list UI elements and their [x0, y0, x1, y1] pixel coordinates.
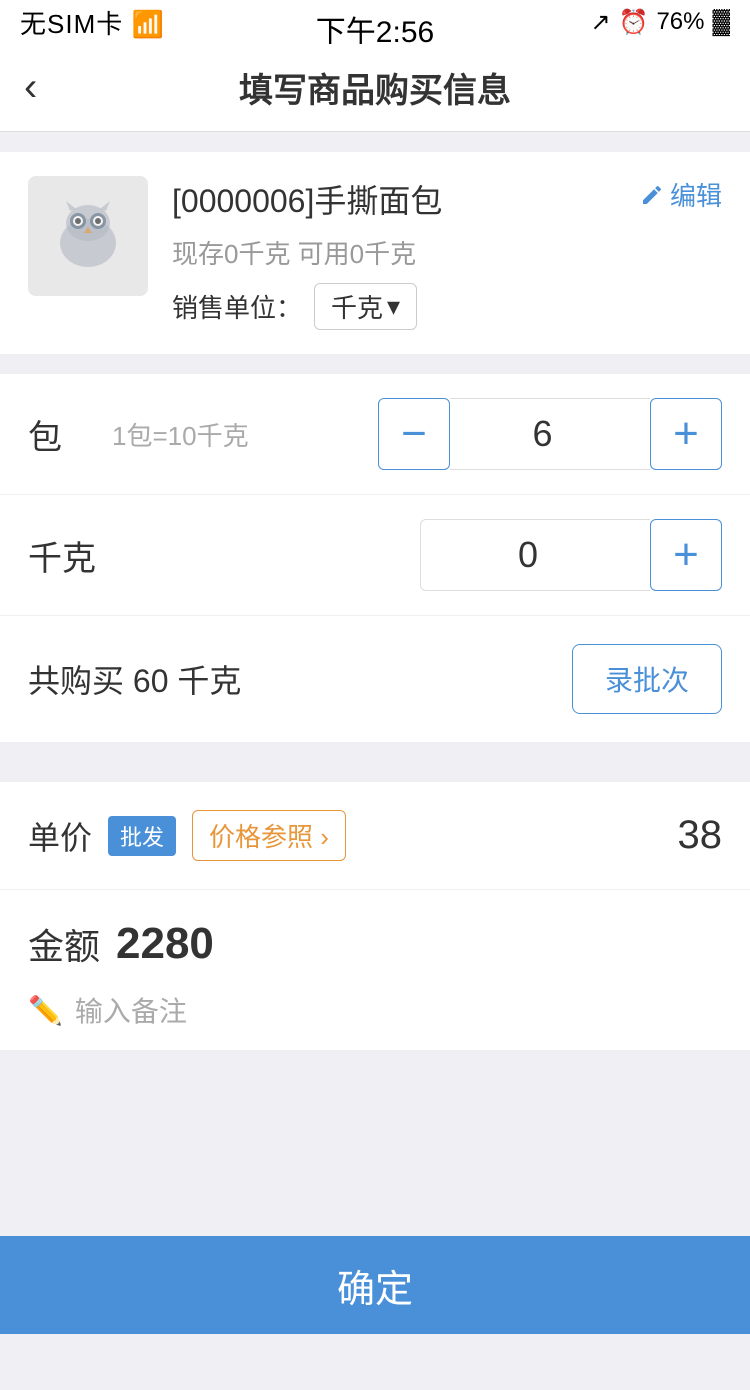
- unit-label: 销售单位：: [172, 288, 302, 325]
- carrier-signal: 无SIM卡 📶: [20, 4, 165, 41]
- edit-button[interactable]: 编辑: [640, 176, 722, 213]
- edit-label: 编辑: [670, 176, 722, 213]
- status-bar: 无SIM卡 📶 下午2:56 ↗ ⏰ 76% ▓: [0, 0, 750, 44]
- bao-plus-button[interactable]: +: [650, 398, 722, 470]
- pencil-icon: ✏️: [28, 994, 63, 1027]
- unit-select[interactable]: 千克 ▾: [314, 283, 417, 330]
- confirm-button[interactable]: 确定: [0, 1236, 750, 1334]
- product-thumbnail: [28, 176, 148, 296]
- location-icon: ↗: [590, 8, 610, 37]
- nav-bar: ‹ 填写商品购买信息: [0, 44, 750, 132]
- divider-1: [0, 354, 750, 374]
- back-button[interactable]: ‹: [24, 65, 37, 110]
- quantity-kg-row: 千克 +: [0, 495, 750, 616]
- price-value: 38: [678, 813, 723, 858]
- page-title: 填写商品购买信息: [239, 63, 511, 112]
- alarm-icon: ⏰: [619, 8, 649, 37]
- kg-plus-button[interactable]: +: [650, 519, 722, 591]
- price-label: 单价: [28, 813, 92, 859]
- bao-label: 包: [28, 410, 88, 459]
- kg-quantity-control: +: [420, 519, 722, 591]
- kg-label: 千克: [28, 531, 96, 580]
- bao-quantity-input[interactable]: [450, 398, 650, 470]
- price-reference-button[interactable]: 价格参照 ›: [192, 810, 346, 861]
- amount-section: 金额 2280 ✏️ 输入备注: [0, 890, 750, 1050]
- status-right: ↗ ⏰ 76% ▓: [590, 8, 730, 37]
- price-section: 单价 批发 价格参照 › 38: [0, 782, 750, 890]
- product-card: [0000006]手撕面包 现存0千克 可用0千克 销售单位： 千克 ▾ 编辑: [0, 152, 750, 354]
- edit-icon: [640, 183, 664, 207]
- divider-2: [0, 742, 750, 762]
- amount-row: 金额 2280: [28, 918, 722, 970]
- amount-value: 2280: [116, 919, 214, 969]
- quantity-section: 包 1包=10千克 − + 千克 + 共购买 60 千克 录批次: [0, 374, 750, 742]
- dropdown-arrow: ▾: [387, 291, 400, 322]
- product-unit-row: 销售单位： 千克 ▾: [172, 283, 722, 330]
- product-stock: 现存0千克 可用0千克: [172, 234, 722, 271]
- note-row[interactable]: ✏️ 输入备注: [28, 990, 722, 1030]
- total-row: 共购买 60 千克 录批次: [0, 616, 750, 742]
- battery-icon: ▓: [713, 8, 731, 36]
- quantity-bao-row: 包 1包=10千克 − +: [0, 374, 750, 495]
- record-batch-button[interactable]: 录批次: [572, 644, 722, 714]
- bao-minus-button[interactable]: −: [378, 398, 450, 470]
- kg-quantity-input[interactable]: [420, 519, 650, 591]
- battery-display: 76%: [656, 8, 704, 36]
- bao-hint: 1包=10千克: [112, 416, 354, 453]
- note-placeholder: 输入备注: [75, 990, 187, 1030]
- price-tag: 批发: [108, 816, 176, 856]
- product-image: [48, 201, 128, 271]
- amount-label: 金额: [28, 918, 100, 970]
- bao-quantity-control: − +: [378, 398, 722, 470]
- total-label: 共购买 60 千克: [28, 656, 241, 702]
- empty-space: [0, 1050, 750, 1390]
